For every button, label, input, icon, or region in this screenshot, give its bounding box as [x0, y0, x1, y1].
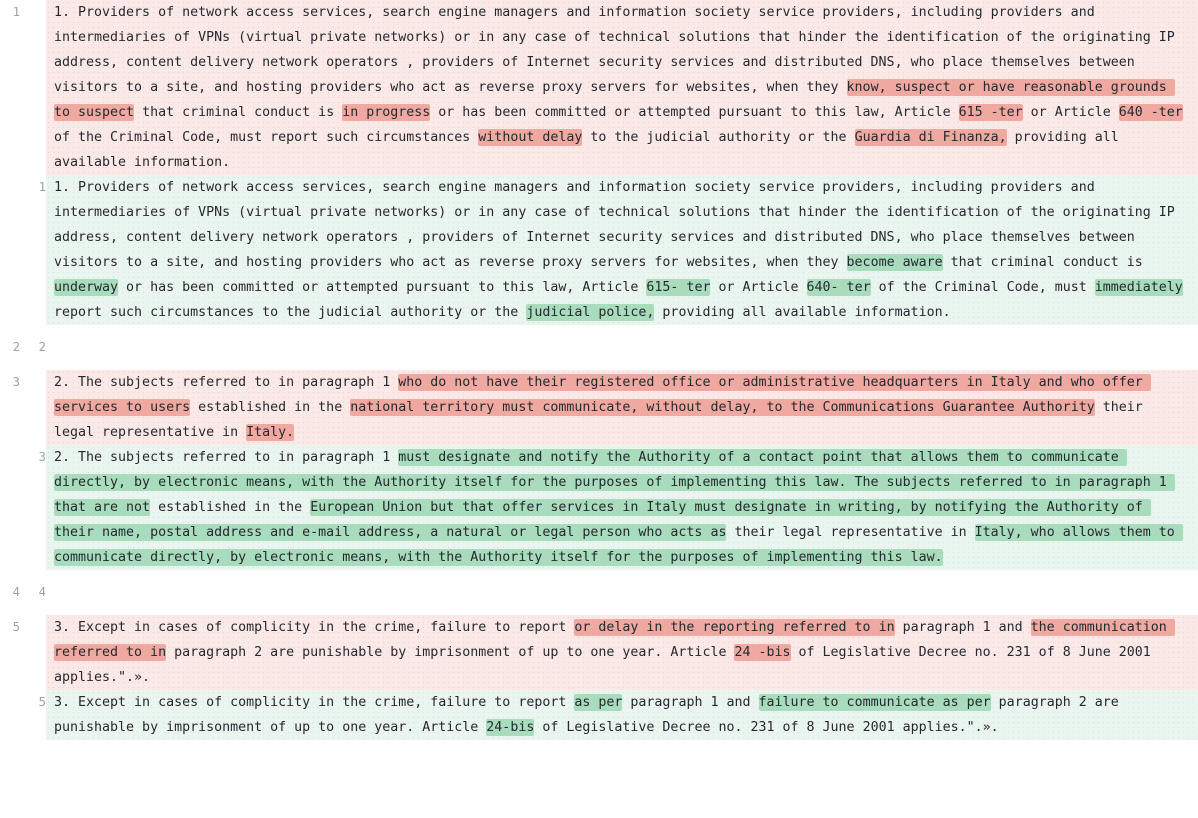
diff-word-highlight: Guardia di Finanza,: [854, 129, 1007, 146]
line-number-new[interactable]: 3: [20, 445, 46, 470]
diff-word-highlight: failure to communicate as per: [758, 694, 991, 711]
line-number-old[interactable]: 4: [0, 580, 20, 605]
diff-word-plain: or Article: [710, 280, 807, 295]
diff-word-highlight: immediately: [1094, 279, 1183, 296]
diff-row-deleted: 5 3. Except in cases of complicity in the…: [0, 615, 1198, 690]
chunk-spacer: [0, 570, 1198, 580]
diff-line-content: 3. Except in cases of complicity in the …: [46, 690, 1198, 740]
diff-word-highlight: in progress: [342, 104, 431, 121]
diff-row-context: 44: [0, 580, 1198, 605]
diff-word-plain: that criminal conduct is: [942, 255, 1151, 270]
diff-row-context: 22: [0, 335, 1198, 360]
diff-word-highlight: 615- ter: [646, 279, 711, 296]
diff-word-highlight: 640- ter: [806, 279, 871, 296]
diff-word-plain: 3. Except in cases of complicity in the …: [54, 620, 575, 635]
diff-word-plain: providing all available information.: [654, 305, 951, 320]
diff-row-deleted: 1 1. Providers of network access services…: [0, 0, 1198, 175]
diff-row-added: 3 2. The subjects referred to in paragrap…: [0, 445, 1198, 570]
diff-row-deleted: 3 2. The subjects referred to in paragrap…: [0, 370, 1198, 445]
diff-word-plain: 2. The subjects referred to in paragraph…: [54, 450, 399, 465]
diff-word-highlight: 640 -ter: [1118, 104, 1183, 121]
diff-row-added: 1 1. Providers of network access services…: [0, 175, 1198, 325]
line-number-new[interactable]: 5: [20, 690, 46, 715]
diff-word-highlight: without delay: [478, 129, 583, 146]
diff-word-highlight: Italy.: [246, 424, 295, 441]
chunk-spacer: [0, 360, 1198, 370]
diff-word-plain: paragraph 1 and: [622, 695, 759, 710]
diff-word-plain: 3. Except in cases of complicity in the …: [54, 695, 575, 710]
diff-row-added: 5 3. Except in cases of complicity in the…: [0, 690, 1198, 740]
diff-word-highlight: judicial police,: [526, 304, 655, 321]
diff-line-content: 2. The subjects referred to in paragraph…: [46, 445, 1198, 570]
diff-word-highlight: become aware: [846, 254, 943, 271]
diff-word-plain: that criminal conduct is: [134, 105, 343, 120]
diff-line-content: 1. Providers of network access services,…: [46, 175, 1198, 325]
diff-line-content: 2. The subjects referred to in paragraph…: [46, 370, 1198, 445]
chunk-spacer: [0, 605, 1198, 615]
line-number-old[interactable]: 3: [0, 370, 20, 395]
chunk-spacer: [0, 325, 1198, 335]
diff-word-highlight: 24 -bis: [734, 644, 791, 661]
line-number-old[interactable]: 1: [0, 0, 20, 25]
diff-line-content: 3. Except in cases of complicity in the …: [46, 615, 1198, 690]
line-number-old[interactable]: 2: [0, 335, 20, 360]
diff-word-plain: established in the: [150, 500, 311, 515]
diff-word-plain: 2. The subjects referred to in paragraph…: [54, 375, 399, 390]
diff-line-content: 1. Providers of network access services,…: [46, 0, 1198, 175]
diff-word-plain: paragraph 2 are punishable by imprisonme…: [166, 645, 735, 660]
diff-word-plain: or has been committed or attempted pursu…: [430, 105, 959, 120]
diff-line-content: [46, 580, 1198, 605]
diff-word-plain: of the Criminal Code, must: [870, 280, 1095, 295]
diff-word-highlight: or delay in the reporting referred to in: [574, 619, 895, 636]
diff-word-plain: or Article: [1022, 105, 1119, 120]
line-number-new[interactable]: 4: [20, 580, 46, 605]
line-number-new[interactable]: 1: [20, 175, 46, 200]
diff-word-highlight: underway: [54, 279, 119, 296]
diff-word-highlight: as per: [574, 694, 623, 711]
diff-word-plain: paragraph 1 and: [894, 620, 1031, 635]
diff-word-highlight: national territory must communicate, wit…: [350, 399, 1095, 416]
diff-word-plain: to the judicial authority or the: [582, 130, 855, 145]
diff-word-plain: their legal representative in: [726, 525, 975, 540]
diff-word-plain: of Legislative Decree no. 231 of 8 June …: [534, 720, 999, 735]
diff-word-highlight: 615 -ter: [958, 104, 1023, 121]
diff-word-plain: established in the: [190, 400, 351, 415]
diff-word-highlight: 24-bis: [486, 719, 535, 736]
diff-word-plain: or has been committed or attempted pursu…: [118, 280, 647, 295]
line-number-new[interactable]: 2: [20, 335, 46, 360]
diff-viewer: 1 1. Providers of network access services…: [0, 0, 1198, 740]
line-number-old[interactable]: 5: [0, 615, 20, 640]
diff-line-content: [46, 335, 1198, 360]
